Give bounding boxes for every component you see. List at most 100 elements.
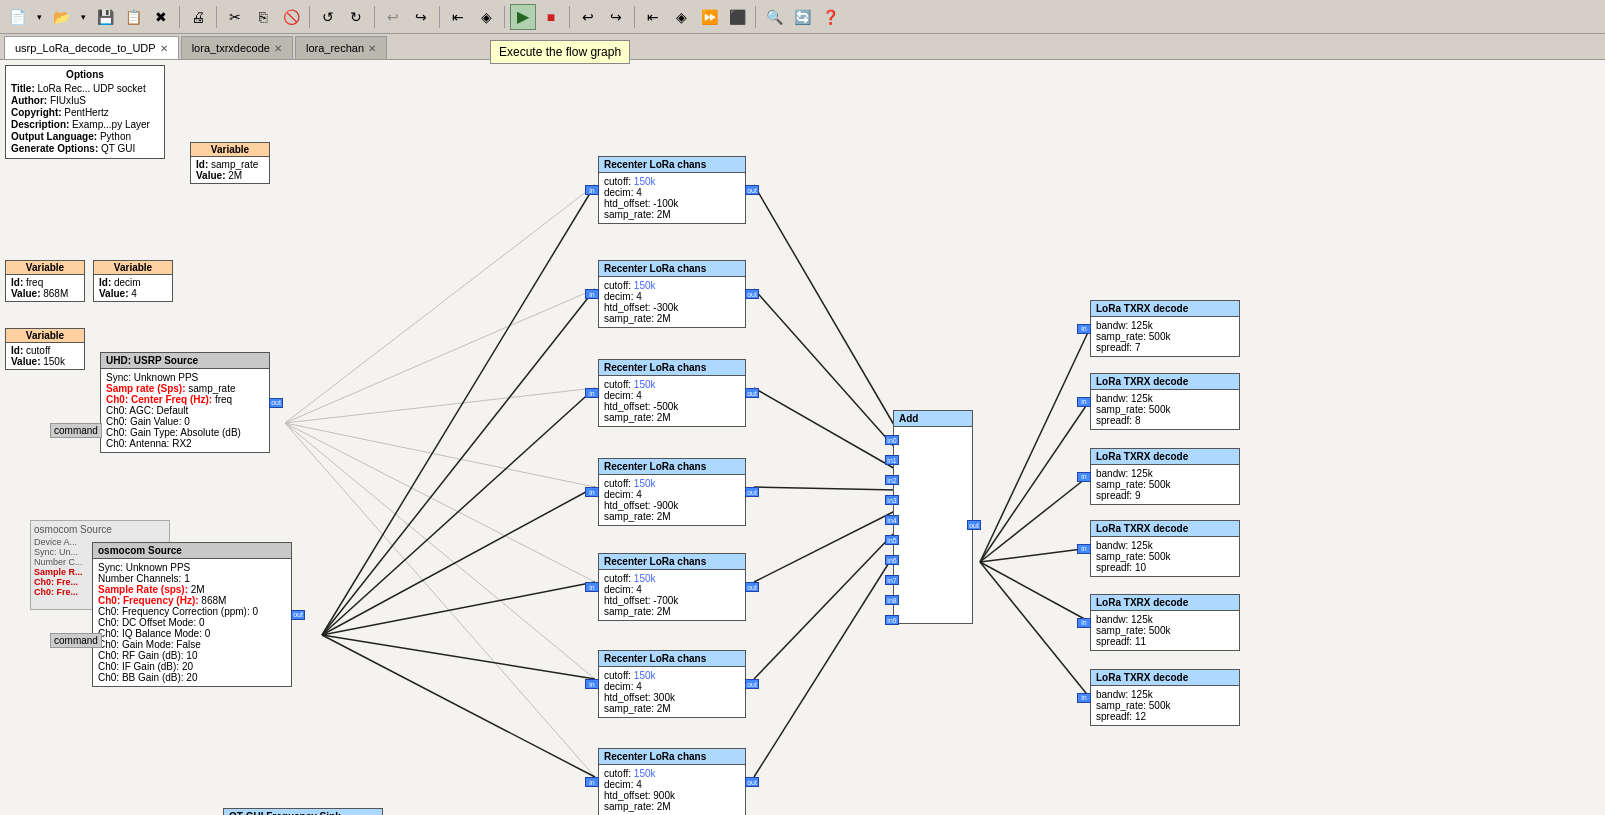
open-button[interactable]: 📂 [48,4,74,30]
tab-usrp[interactable]: usrp_LoRa_decode_to_UDP ✕ [4,36,179,59]
recenter-in-port-4[interactable]: in [585,487,599,497]
recenter-out-port-2[interactable]: out [745,289,759,299]
osmo-freq: Ch0: Frequency (Hz): 868M [98,595,286,606]
recenter-out-port-5[interactable]: out [745,582,759,592]
var-samp-rate[interactable]: Variable Id: samp_rate Value: 2M [190,142,270,184]
new-button[interactable]: 📄 [4,4,30,30]
recenter-block-3[interactable]: Recenter LoRa chans cutoff: 150k decim: … [598,359,746,427]
uhd-command-label: command [50,423,102,438]
cut-button[interactable]: ✂ [222,4,248,30]
recenter-out-port-4[interactable]: out [745,487,759,497]
recenter-block-4[interactable]: Recenter LoRa chans cutoff: 150k decim: … [598,458,746,526]
copy-button[interactable]: ⎘ [250,4,276,30]
redo2-button[interactable]: ↪ [603,4,629,30]
recenter-cutoff-5: cutoff: 150k [604,573,740,584]
tab-lora-rechan[interactable]: lora_rechan ✕ [295,36,387,59]
step-hier-button[interactable]: ◈ [668,4,694,30]
add-in4-port[interactable]: in4 [885,515,899,525]
print-button[interactable]: 🖨 [185,4,211,30]
recenter-in-port-1[interactable]: in [585,185,599,195]
recenter-block-7[interactable]: Recenter LoRa chans cutoff: 150k decim: … [598,748,746,815]
add-in8-port[interactable]: in8 [885,595,899,605]
save-button[interactable]: 💾 [92,4,118,30]
lora-block-2[interactable]: LoRa TXRX decode bandw: 125k samp_rate: … [1090,373,1240,430]
lora-in-port-6[interactable]: in [1077,693,1091,703]
uhd-out-port[interactable]: out [269,398,283,408]
lora-in-port-4[interactable]: in [1077,544,1091,554]
flow-canvas[interactable]: Options Title: LoRa Rec... UDP socket Au… [0,60,1605,815]
tab-usrp-close[interactable]: ✕ [160,43,168,54]
kill-button[interactable]: ⬛ [724,4,750,30]
recenter-out-port-3[interactable]: out [745,388,759,398]
step-back-button[interactable]: ⇤ [640,4,666,30]
add-in5-port[interactable]: in5 [885,535,899,545]
rotate-cw-button[interactable]: ↻ [343,4,369,30]
var-cutoff[interactable]: Variable Id: cutoff Value: 150k [5,328,85,370]
var-decim[interactable]: Variable Id: decim Value: 4 [93,260,173,302]
align-left-button[interactable]: ⇤ [445,4,471,30]
separator-8 [634,6,635,28]
lora-block-6[interactable]: LoRa TXRX decode bandw: 125k samp_rate: … [1090,669,1240,726]
save-as-button[interactable]: 📋 [120,4,146,30]
add-in0-port[interactable]: in0 [885,435,899,445]
stop-button[interactable]: ■ [538,4,564,30]
qtgui-sink[interactable]: QT GUI Frequency Sink FFT Size: 1.024k i… [223,808,383,815]
recenter-out-port-6[interactable]: out [745,679,759,689]
recenter-in-port-6[interactable]: in [585,679,599,689]
lora-block-5[interactable]: LoRa TXRX decode bandw: 125k samp_rate: … [1090,594,1240,651]
lora-block-1[interactable]: LoRa TXRX decode bandw: 125k samp_rate: … [1090,300,1240,357]
undo2-button[interactable]: ↩ [575,4,601,30]
create-hier-button[interactable]: ◈ [473,4,499,30]
recenter-htd-2: htd_offset: -300k [604,302,740,313]
recenter-out-port-1[interactable]: out [745,185,759,195]
recenter-in-port-7[interactable]: in [585,777,599,787]
uhd-source-block[interactable]: UHD: USRP Source Sync: Unknown PPS Samp … [100,352,270,453]
delete-button[interactable]: 🚫 [278,4,304,30]
recenter-in-port-2[interactable]: in [585,289,599,299]
recenter-block-1[interactable]: Recenter LoRa chans cutoff: 150k decim: … [598,156,746,224]
add-in1-port[interactable]: in1 [885,455,899,465]
recenter-in-port-3[interactable]: in [585,388,599,398]
fast-forward-button[interactable]: ⏩ [696,4,722,30]
uhd-samp-rate: Samp rate (Sps): samp_rate [106,383,264,394]
redo-button[interactable]: ↪ [408,4,434,30]
tab-lora-txrx[interactable]: lora_txrxdecode ✕ [181,36,293,59]
var-freq[interactable]: Variable Id: freq Value: 868M [5,260,85,302]
recenter-out-port-7[interactable]: out [745,777,759,787]
add-out-port[interactable]: out [967,520,981,530]
lora-title-5: LoRa TXRX decode [1091,595,1239,611]
open-dropdown[interactable]: ▾ [76,4,90,30]
find-button[interactable]: 🔍 [761,4,787,30]
lora-in-port-5[interactable]: in [1077,618,1091,628]
recenter-title-4: Recenter LoRa chans [599,459,745,475]
osmocom-out-port[interactable]: out [291,610,305,620]
add-in9-port[interactable]: in9 [885,615,899,625]
tab-lora-txrx-close[interactable]: ✕ [274,43,282,54]
undo-button[interactable]: ↩ [380,4,406,30]
help-button[interactable]: ❓ [817,4,843,30]
svg-line-3 [285,423,595,487]
lora-in-port-2[interactable]: in [1077,397,1091,407]
lora-in-port-3[interactable]: in [1077,472,1091,482]
recenter-block-6[interactable]: Recenter LoRa chans cutoff: 150k decim: … [598,650,746,718]
add-in6-port[interactable]: in6 [885,555,899,565]
lora-block-4[interactable]: LoRa TXRX decode bandw: 125k samp_rate: … [1090,520,1240,577]
play-button[interactable]: ▶ [510,4,536,30]
svg-line-21 [980,328,1090,562]
new-dropdown[interactable]: ▾ [32,4,46,30]
recenter-block-5[interactable]: Recenter LoRa chans cutoff: 150k decim: … [598,553,746,621]
lora-block-3[interactable]: LoRa TXRX decode bandw: 125k samp_rate: … [1090,448,1240,505]
recenter-in-port-5[interactable]: in [585,582,599,592]
osmocom-source-popup[interactable]: osmocom Source Sync: Unknown PPS Number … [92,542,292,687]
lora-in-port-1[interactable]: in [1077,324,1091,334]
add-block[interactable]: Add in0 in1 in2 in3 in4 in5 in6 in7 in8 … [893,410,973,624]
refresh-button[interactable]: 🔄 [789,4,815,30]
tab-lora-rechan-close[interactable]: ✕ [368,43,376,54]
add-in2-port[interactable]: in2 [885,475,899,485]
recenter-htd-7: htd_offset: 900k [604,790,740,801]
rotate-ccw-button[interactable]: ↺ [315,4,341,30]
add-in3-port[interactable]: in3 [885,495,899,505]
add-in7-port[interactable]: in7 [885,575,899,585]
recenter-block-2[interactable]: Recenter LoRa chans cutoff: 150k decim: … [598,260,746,328]
close-button[interactable]: ✖ [148,4,174,30]
